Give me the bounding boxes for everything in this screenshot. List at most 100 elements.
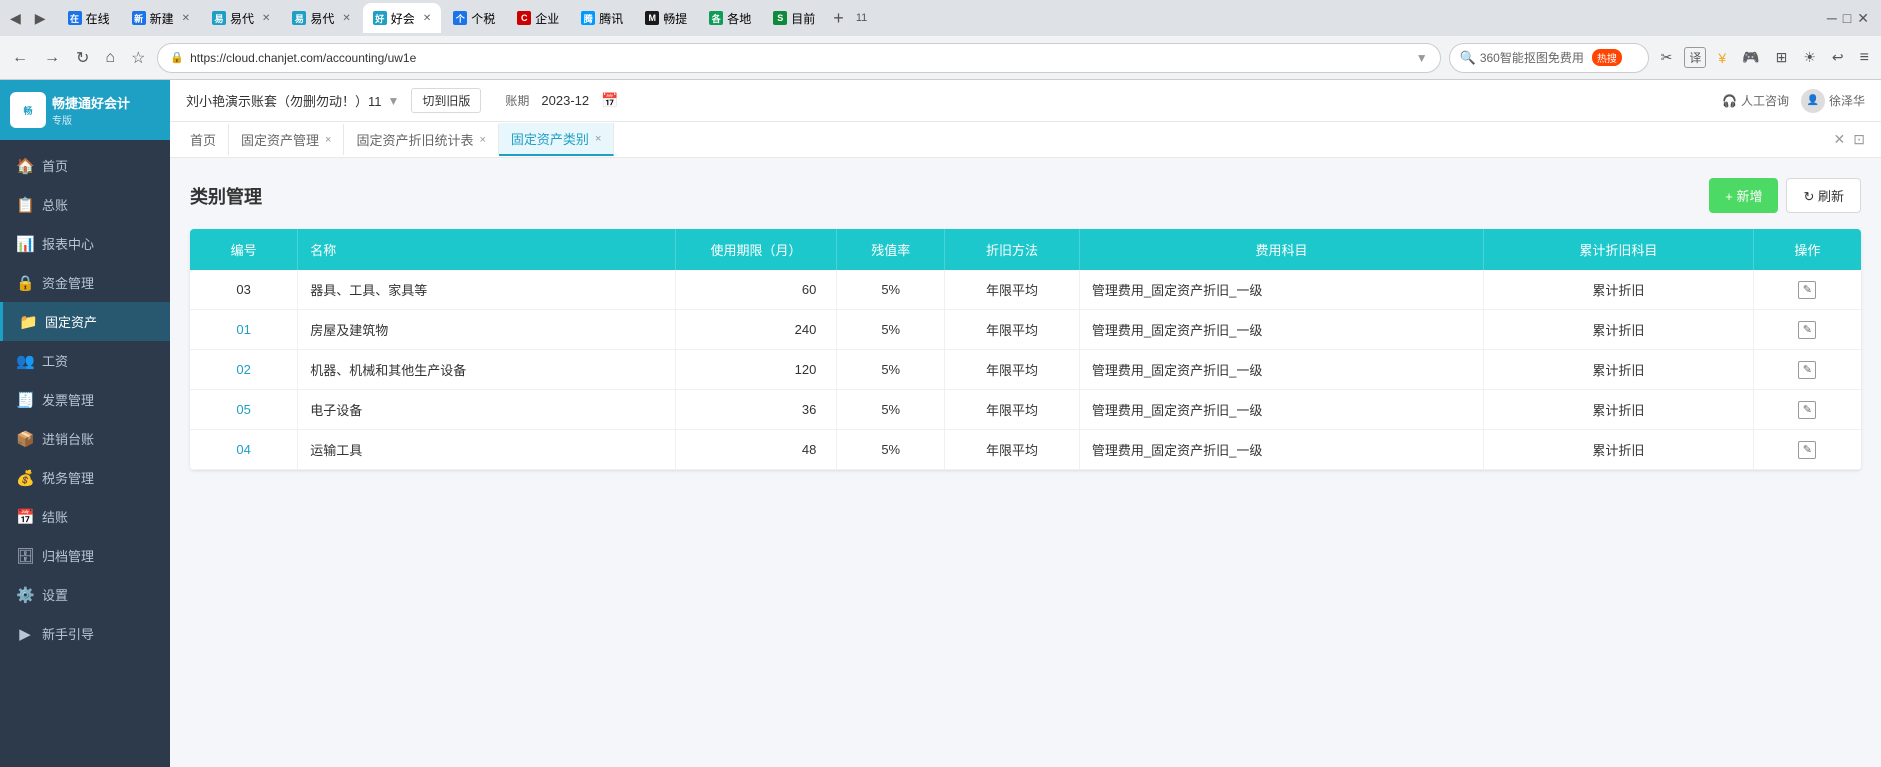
sidebar-item-ledger[interactable]: 📋 总账 [0, 185, 170, 224]
forward-button[interactable]: ▶ [29, 8, 52, 29]
cell-expense: 管理费用_固定资产折旧_一级 [1079, 390, 1483, 430]
currency-icon[interactable]: ¥ [1714, 48, 1730, 68]
browser-tab-geshui[interactable]: 个 个税 [443, 3, 505, 33]
tab-favicon: 腾 [581, 11, 595, 25]
edit-button[interactable]: ✎ [1798, 321, 1816, 339]
tab-asset-mgmt-label: 固定资产管理 [241, 130, 319, 149]
dropdown-arrow-icon[interactable]: ▼ [388, 94, 400, 108]
code-link[interactable]: 04 [236, 442, 250, 457]
tab-close-icon[interactable]: ✕ [423, 13, 431, 24]
home-icon: 🏠 [16, 157, 34, 175]
code-link[interactable]: 05 [236, 402, 250, 417]
add-button[interactable]: + 新增 [1709, 178, 1778, 213]
browser-tab-gedi[interactable]: 各 各地 [699, 3, 761, 33]
tab-depreciation[interactable]: 固定资产折旧统计表 × [344, 124, 498, 155]
logo-text-area: 畅捷通好会计 专版 [52, 93, 130, 127]
tab-category[interactable]: 固定资产类别 × [499, 123, 614, 156]
sidebar-item-inventory[interactable]: 📦 进销台账 [0, 419, 170, 458]
cell-action: ✎ [1753, 270, 1861, 310]
back-button[interactable]: ◀ [4, 8, 27, 29]
sidebar-item-archive[interactable]: 🗄 归档管理 [0, 536, 170, 575]
sidebar-item-tax[interactable]: 💰 税务管理 [0, 458, 170, 497]
tab-favicon: 易 [212, 11, 226, 25]
browser-tab-changjie[interactable]: M 畅提 [635, 3, 697, 33]
switch-version-button[interactable]: 切到旧版 [411, 88, 481, 113]
tab-category-label: 固定资产类别 [511, 129, 589, 148]
cell-period: 240 [675, 310, 837, 350]
logo-main-text: 畅捷通好会计 [52, 93, 130, 112]
sidebar-item-fund[interactable]: 🔒 资金管理 [0, 263, 170, 302]
cell-accumulated: 累计折旧 [1484, 350, 1754, 390]
page-title-row: 类别管理 + 新增 ↻ 刷新 [190, 178, 1861, 213]
minimize-button[interactable]: ─ [1827, 10, 1837, 26]
refresh-button[interactable]: ↻ 刷新 [1786, 178, 1861, 213]
scissors-icon[interactable]: ✂ [1657, 47, 1677, 68]
action-buttons: + 新增 ↻ 刷新 [1709, 178, 1861, 213]
archive-icon: 🗄 [16, 547, 34, 565]
sidebar-item-payroll[interactable]: 👥 工资 [0, 341, 170, 380]
tab-nav-close-icon[interactable]: ✕ [1834, 131, 1846, 148]
restore-button[interactable]: □ [1843, 10, 1851, 26]
sidebar-item-invoice[interactable]: 🧾 发票管理 [0, 380, 170, 419]
user-info[interactable]: 👤 徐泽华 [1801, 89, 1865, 113]
search-box[interactable]: 🔍 360智能抠图免费用 热搜 [1449, 43, 1649, 73]
back-nav-button[interactable]: ← [8, 45, 32, 71]
new-tab-button[interactable]: + [827, 3, 850, 33]
browser-tab-haohui[interactable]: 好 好会 ✕ [363, 3, 441, 33]
code-link[interactable]: 02 [236, 362, 250, 377]
code-link[interactable]: 01 [236, 322, 250, 337]
sidebar-item-home[interactable]: 🏠 首页 [0, 146, 170, 185]
tab-home[interactable]: 首页 [178, 124, 229, 155]
tab-close-icon[interactable]: ✕ [342, 13, 350, 24]
sun-icon[interactable]: ☀ [1799, 47, 1820, 68]
home-nav-button[interactable]: ⌂ [101, 45, 119, 71]
url-dropdown-icon[interactable]: ▼ [1416, 51, 1428, 65]
browser-tab-muqian[interactable]: S 目前 [763, 3, 825, 33]
sidebar-item-asset[interactable]: 📁 固定资产 [0, 302, 170, 341]
content-area: 类别管理 + 新增 ↻ 刷新 编号 名称 使用期限（月） 残值率 折旧方法 费用… [170, 158, 1881, 767]
edit-button[interactable]: ✎ [1798, 361, 1816, 379]
forward-nav-button[interactable]: → [40, 45, 64, 71]
address-bar: ← → ↻ ⌂ ☆ 🔒 https://cloud.chanjet.com/ac… [0, 36, 1881, 80]
cell-name: 器具、工具、家具等 [298, 270, 675, 310]
sidebar-label-report: 报表中心 [42, 234, 94, 253]
tab-close-category-icon[interactable]: × [595, 133, 601, 145]
url-bar[interactable]: 🔒 https://cloud.chanjet.com/accounting/u… [157, 43, 1440, 73]
undo-icon[interactable]: ↩ [1828, 47, 1848, 68]
browser-tab-yidai1[interactable]: 易 易代 ✕ [202, 3, 280, 33]
edit-button[interactable]: ✎ [1798, 441, 1816, 459]
tab-close-depreciation-icon[interactable]: × [479, 134, 485, 146]
game-icon[interactable]: 🎮 [1738, 47, 1763, 68]
grid-icon[interactable]: ⊞ [1772, 47, 1792, 68]
browser-tab-yidai2[interactable]: 易 易代 ✕ [282, 3, 360, 33]
sidebar-item-settings[interactable]: ⚙️ 设置 [0, 575, 170, 614]
browser-tab-tengxun[interactable]: 腾 腾讯 [571, 3, 633, 33]
cell-residual: 5% [837, 390, 945, 430]
sidebar-item-report[interactable]: 📊 报表中心 [0, 224, 170, 263]
reload-button[interactable]: ↻ [72, 44, 93, 72]
user-name: 徐泽华 [1829, 92, 1865, 109]
translate-icon[interactable]: 译 [1684, 47, 1706, 68]
tab-favicon: S [773, 11, 787, 25]
menu-icon[interactable]: ≡ [1856, 47, 1873, 69]
sidebar-item-closing[interactable]: 📅 结账 [0, 497, 170, 536]
service-button[interactable]: 🎧 人工咨询 [1722, 92, 1789, 109]
tab-nav-expand-icon[interactable]: ⊡ [1853, 131, 1865, 148]
invoice-icon: 🧾 [16, 391, 34, 409]
col-header-code: 编号 [190, 229, 298, 270]
browser-tab-qiye[interactable]: C 企业 [507, 3, 569, 33]
edit-button[interactable]: ✎ [1798, 401, 1816, 419]
category-table: 编号 名称 使用期限（月） 残值率 折旧方法 费用科目 累计折旧科目 操作 03… [190, 229, 1861, 470]
browser-tab-xinjian[interactable]: 新 新建 ✕ [122, 3, 200, 33]
tab-close-asset-mgmt-icon[interactable]: × [325, 134, 331, 146]
browser-tab-zaixin[interactable]: 在 在线 [58, 3, 120, 33]
bookmark-button[interactable]: ☆ [127, 44, 149, 72]
tab-close-icon[interactable]: ✕ [182, 13, 190, 24]
sidebar-item-guide[interactable]: ▶ 新手引导 [0, 614, 170, 653]
tab-close-icon[interactable]: ✕ [262, 13, 270, 24]
tab-label: 易代 [230, 10, 254, 27]
calendar-icon[interactable]: 📅 [601, 92, 618, 109]
edit-button[interactable]: ✎ [1798, 281, 1816, 299]
close-browser-button[interactable]: ✕ [1857, 10, 1869, 27]
tab-asset-mgmt[interactable]: 固定资产管理 × [229, 124, 344, 155]
